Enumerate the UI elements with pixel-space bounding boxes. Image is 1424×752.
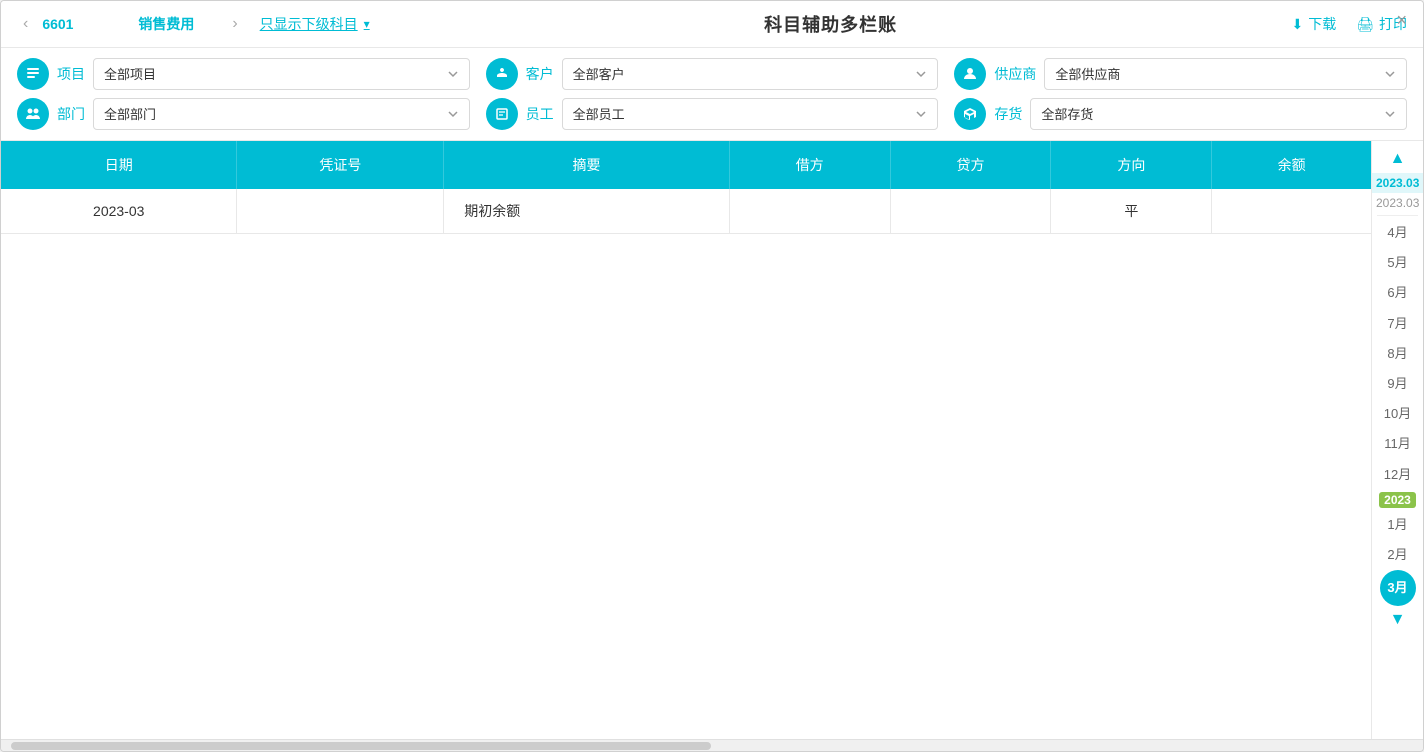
table-area[interactable]: 日期 凭证号 摘要 借方 贷方 方向 余额 2023-03 期初余额	[1, 141, 1371, 739]
month-3-active[interactable]: 3月	[1380, 570, 1416, 606]
prev-account-button[interactable]: ‹	[17, 13, 34, 35]
filter-item-employee: 员工 全部员工	[486, 98, 939, 130]
col-balance: 余额	[1212, 141, 1371, 189]
dept-select[interactable]: 全部部门	[93, 98, 470, 130]
year-2023-badge: 2023	[1379, 492, 1416, 508]
show-sub-label: 只显示下级科目	[260, 14, 358, 34]
customer-select[interactable]: 全部客户	[562, 58, 939, 90]
customer-label: 客户	[526, 64, 554, 84]
account-code-label: 6601	[42, 16, 122, 32]
filter-item-project: 项目 全部项目	[17, 58, 470, 90]
dept-label: 部门	[57, 104, 85, 124]
month-10[interactable]: 10月	[1372, 399, 1423, 429]
cell-direction: 平	[1051, 189, 1212, 234]
cell-date: 2023-03	[1, 189, 237, 234]
supplier-icon	[954, 58, 986, 90]
month-8[interactable]: 8月	[1372, 339, 1423, 369]
supplier-select[interactable]: 全部供应商	[1044, 58, 1407, 90]
cell-balance	[1212, 189, 1371, 234]
inventory-select[interactable]: 全部存货	[1030, 98, 1407, 130]
col-summary: 摘要	[444, 141, 730, 189]
month-9[interactable]: 9月	[1372, 369, 1423, 399]
project-label: 项目	[57, 64, 85, 84]
cell-debit	[729, 189, 890, 234]
month-4[interactable]: 4月	[1372, 218, 1423, 248]
filter-item-dept: 部门 全部部门	[17, 98, 470, 130]
account-name-label: 销售费用	[138, 14, 218, 34]
project-select[interactable]: 全部项目	[93, 58, 470, 90]
employee-label: 员工	[526, 104, 554, 124]
filter-item-supplier: 供应商 全部供应商	[954, 58, 1407, 90]
page-title: 科目辅助多栏账	[370, 11, 1292, 37]
month-2[interactable]: 2月	[1372, 540, 1423, 570]
show-sub-button[interactable]: 只显示下级科目 ▾	[260, 14, 370, 34]
download-icon: ⬇	[1291, 16, 1303, 33]
month-down-button[interactable]: ▼	[1380, 606, 1416, 634]
month-5[interactable]: 5月	[1372, 248, 1423, 278]
month-7[interactable]: 7月	[1372, 309, 1423, 339]
month-sidebar: ▲ 2023.03 2023.03 4月 5月 6月 7月 8月 9月 10月 …	[1371, 141, 1423, 739]
period-2023-03-second[interactable]: 2023.03	[1372, 193, 1423, 213]
inventory-label: 存货	[994, 104, 1022, 124]
title-bar: ‹ 6601 销售费用 › 只显示下级科目 ▾ 科目辅助多栏账 ⬇ 下载 🖨 打…	[1, 1, 1423, 48]
cell-credit	[890, 189, 1051, 234]
download-label: 下载	[1308, 14, 1336, 34]
customer-icon	[486, 58, 518, 90]
project-icon	[17, 58, 49, 90]
col-date: 日期	[1, 141, 237, 189]
month-up-button[interactable]: ▲	[1380, 145, 1416, 173]
employee-select[interactable]: 全部员工	[562, 98, 939, 130]
col-voucher: 凭证号	[237, 141, 444, 189]
month-1[interactable]: 1月	[1372, 510, 1423, 540]
col-direction: 方向	[1051, 141, 1212, 189]
filter-item-inventory: 存货 全部存货	[954, 98, 1407, 130]
col-debit: 借方	[729, 141, 890, 189]
filter-item-customer: 客户 全部客户	[486, 58, 939, 90]
download-button[interactable]: ⬇ 下载	[1291, 14, 1336, 34]
dept-icon	[17, 98, 49, 130]
horizontal-scrollbar[interactable]	[1, 739, 1423, 751]
filter-area: 项目 全部项目 客户 全部客户 供应商	[1, 48, 1423, 141]
next-account-button[interactable]: ›	[226, 13, 243, 35]
month-6[interactable]: 6月	[1372, 278, 1423, 308]
main-content: 日期 凭证号 摘要 借方 贷方 方向 余额 2023-03 期初余额	[1, 141, 1423, 739]
print-icon: 🖨	[1356, 16, 1374, 33]
supplier-label: 供应商	[994, 64, 1036, 84]
col-credit: 贷方	[890, 141, 1051, 189]
close-button[interactable]: ×	[1396, 11, 1407, 29]
employee-icon	[486, 98, 518, 130]
period-2023-03-first[interactable]: 2023.03	[1372, 173, 1423, 193]
main-window: ‹ 6601 销售费用 › 只显示下级科目 ▾ 科目辅助多栏账 ⬇ 下载 🖨 打…	[0, 0, 1424, 752]
table-header-row: 日期 凭证号 摘要 借方 贷方 方向 余额	[1, 141, 1371, 189]
cell-summary: 期初余额	[444, 189, 730, 234]
table-row[interactable]: 2023-03 期初余额 平	[1, 189, 1371, 234]
month-12[interactable]: 12月	[1372, 460, 1423, 490]
inventory-icon	[954, 98, 986, 130]
scrollbar-thumb[interactable]	[11, 742, 711, 750]
sidebar-sep-1	[1377, 215, 1418, 216]
cell-voucher	[237, 189, 444, 234]
toolbar-actions: ⬇ 下载 🖨 打印	[1291, 14, 1407, 34]
ledger-table: 日期 凭证号 摘要 借方 贷方 方向 余额 2023-03 期初余额	[1, 141, 1371, 234]
month-11[interactable]: 11月	[1372, 429, 1423, 459]
